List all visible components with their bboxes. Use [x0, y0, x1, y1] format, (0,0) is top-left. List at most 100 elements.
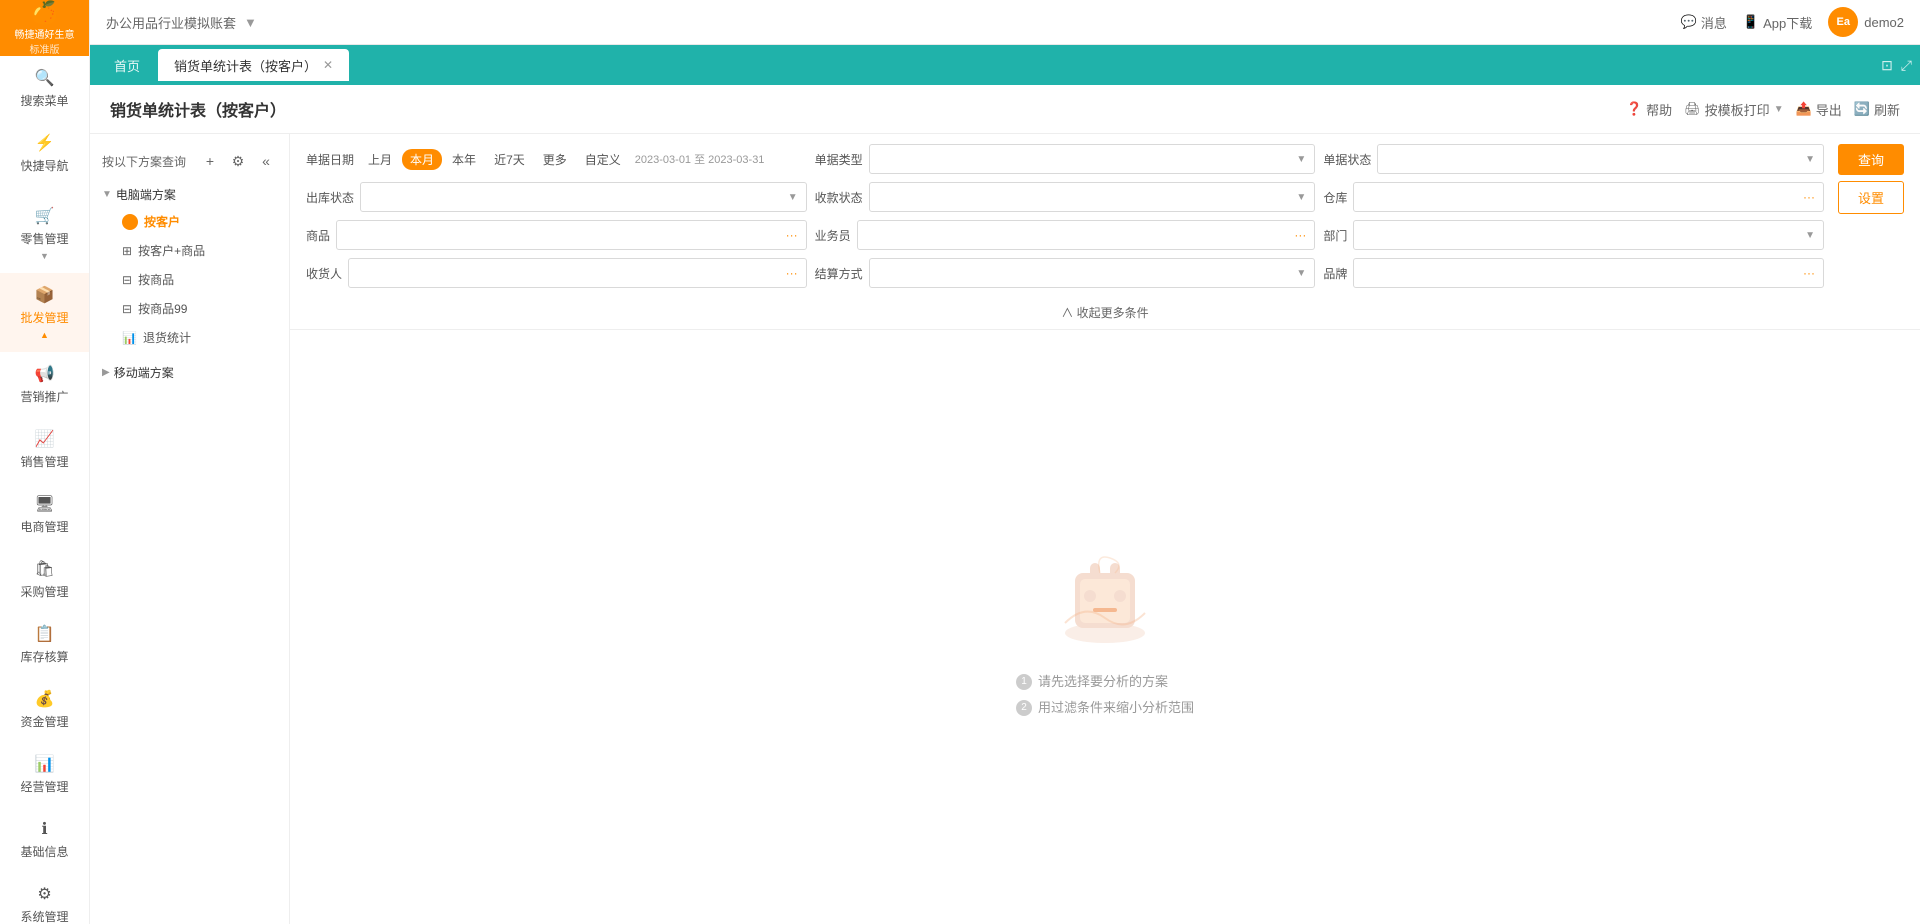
status-label: 单据状态 — [1323, 151, 1371, 168]
receipt-status-select[interactable]: ▼ — [869, 182, 1316, 212]
operations-icon: 📊 — [35, 754, 55, 774]
scheme-group-pc-title[interactable]: ▼ 电脑端方案 — [90, 182, 289, 207]
download-icon: 📱 — [1743, 14, 1759, 30]
date-btn-7days[interactable]: 近7天 — [486, 149, 533, 170]
date-btn-this-year[interactable]: 本年 — [444, 149, 484, 170]
refresh-btn[interactable]: 🔄 刷新 — [1854, 100, 1900, 119]
receipt-status-dropdown-icon: ▼ — [1296, 192, 1306, 203]
filter-out-status-group: 出库状态 ▼ — [306, 182, 807, 212]
scheme-item-return-stats[interactable]: 📊 退货统计 — [90, 323, 289, 352]
scheme-item-goods-99[interactable]: ⊟ 按商品99 — [90, 294, 289, 323]
sidebar-item-finance[interactable]: 💰 资金管理 — [0, 677, 89, 742]
sidebar-item-quick-nav[interactable]: ⚡ 快捷导航 — [0, 121, 89, 186]
sidebar-item-retail[interactable]: 🛒 零售管理 ▼ — [0, 194, 89, 273]
sidebar-item-search[interactable]: 🔍 搜索菜单 — [0, 56, 89, 121]
user-area[interactable]: Ea demo2 — [1828, 7, 1904, 37]
sidebar-item-marketing[interactable]: 📢 营销推广 — [0, 352, 89, 417]
panel-actions: + ⚙ « — [199, 150, 277, 172]
sidebar-item-label: 库存核算 — [20, 648, 68, 665]
query-button[interactable]: 查询 — [1838, 144, 1904, 175]
help-btn[interactable]: ❓ 帮助 — [1626, 100, 1672, 119]
tab-sales-summary[interactable]: 销货单统计表（按客户） ✕ — [158, 49, 349, 81]
sidebar-item-system[interactable]: ⚙ 系统管理 — [0, 872, 89, 924]
sidebar-item-label: 电商管理 — [20, 518, 68, 535]
app-download-label: App下载 — [1763, 13, 1812, 32]
tab-restore-icon[interactable]: ⊡ — [1881, 57, 1893, 74]
tip-item-1: 1 请先选择要分析的方案 — [1016, 669, 1194, 695]
payment-select[interactable]: ▼ — [869, 258, 1316, 288]
help-icon: ❓ — [1626, 101, 1642, 117]
tab-maximize-icon[interactable]: ⤢ — [1901, 57, 1912, 74]
mobile-group-label: 移动端方案 — [114, 364, 174, 381]
out-status-select[interactable]: ▼ — [360, 182, 807, 212]
content-area: 销货单统计表（按客户） ❓ 帮助 🖨 按模板打印 ▼ 📤 导出 🔄 刷新 — [90, 85, 1920, 924]
sidebar-item-inventory[interactable]: 📋 库存核算 — [0, 612, 89, 677]
collapse-panel-btn[interactable]: « — [255, 150, 277, 172]
warehouse-input[interactable]: ··· — [1353, 182, 1824, 212]
date-btn-custom[interactable]: 自定义 — [577, 149, 629, 170]
export-label: 导出 — [1816, 100, 1842, 119]
salesperson-input[interactable]: ··· — [857, 220, 1316, 250]
status-select[interactable]: ▼ — [1377, 144, 1824, 174]
retail-icon: 🛒 — [35, 206, 55, 226]
app-logo[interactable]: 🍊 畅捷通好生意 标准版 — [0, 0, 90, 56]
collapse-label: 收起更多条件 — [1077, 306, 1149, 320]
sales-icon: 📈 — [35, 429, 55, 449]
settings-scheme-btn[interactable]: ⚙ — [227, 150, 249, 172]
tab-close-icon[interactable]: ✕ — [323, 58, 333, 72]
consignee-input[interactable]: ··· — [348, 258, 807, 288]
scheme-item-by-customer[interactable]: 按客户 — [90, 207, 289, 236]
app-download-btn[interactable]: 📱 App下载 — [1743, 13, 1812, 32]
date-label: 单据日期 — [306, 151, 354, 168]
topbar-right: 💬 消息 📱 App下载 Ea demo2 — [1681, 7, 1904, 37]
sidebar-item-ecommerce[interactable]: 🖥 电商管理 — [0, 482, 89, 547]
collapse-bar[interactable]: ∧ 收起更多条件 — [290, 296, 1920, 330]
sidebar: 🍊 畅捷通好生意 标准版 🔍 搜索菜单 ⚡ 快捷导航 🛒 零售管理 ▼ 📦 批发… — [0, 0, 90, 924]
filter-status-group: 单据状态 ▼ — [1323, 144, 1824, 174]
main-area: 办公用品行业模拟账套 ▼ 💬 消息 📱 App下载 Ea demo2 首页 — [90, 0, 1920, 924]
brand-input[interactable]: ··· — [1353, 258, 1824, 288]
sidebar-item-operations[interactable]: 📊 经营管理 — [0, 742, 89, 807]
print-btn[interactable]: 🖨 按模板打印 ▼ — [1684, 100, 1783, 119]
type-select[interactable]: ▼ — [869, 144, 1316, 174]
tip-num-1: 1 — [1016, 674, 1032, 690]
sidebar-item-sales[interactable]: 📈 销售管理 — [0, 417, 89, 482]
tip-text-1: 请先选择要分析的方案 — [1038, 669, 1168, 695]
export-btn[interactable]: 📤 导出 — [1796, 100, 1842, 119]
panel-header: 按以下方案查询 + ⚙ « — [90, 144, 289, 178]
date-btn-this-month[interactable]: 本月 — [402, 149, 442, 170]
sidebar-item-basics[interactable]: ℹ 基础信息 — [0, 807, 89, 872]
scheme-item-customer-goods[interactable]: ⊞ 按客户+商品 — [90, 236, 289, 265]
add-scheme-btn[interactable]: + — [199, 150, 221, 172]
messages-btn[interactable]: 💬 消息 — [1681, 13, 1727, 32]
scheme-group-mobile-title[interactable]: ▶ 移动端方案 — [90, 360, 289, 385]
date-btn-last-month[interactable]: 上月 — [360, 149, 400, 170]
scheme-group-mobile: ▶ 移动端方案 — [90, 356, 289, 389]
date-btn-more[interactable]: 更多 — [535, 149, 575, 170]
right-content: 单据日期 上月 本月 本年 近7天 更多 自定义 2023-03-01 至 20… — [290, 134, 1920, 924]
purchase-icon: 🛍 — [34, 559, 54, 579]
department-select[interactable]: ▼ — [1353, 220, 1824, 250]
message-icon: 💬 — [1681, 14, 1697, 30]
tab-home[interactable]: 首页 — [98, 49, 156, 81]
scheme-by-customer-label: 按客户 — [144, 213, 180, 230]
tab-bar: 首页 销货单统计表（按客户） ✕ ⊡ ⤢ — [90, 45, 1920, 85]
sidebar-item-purchase[interactable]: 🛍 采购管理 — [0, 547, 89, 612]
finance-icon: 💰 — [35, 689, 55, 709]
brand-label: 品牌 — [1323, 265, 1347, 282]
date-buttons: 上月 本月 本年 近7天 更多 自定义 2023-03-01 至 2023-03… — [360, 149, 807, 170]
sidebar-item-wholesale[interactable]: 📦 批发管理 ▲ — [0, 273, 89, 352]
filter-payment-group: 结算方式 ▼ — [815, 258, 1316, 288]
payment-dropdown-icon: ▼ — [1296, 268, 1306, 279]
topbar: 办公用品行业模拟账套 ▼ 💬 消息 📱 App下载 Ea demo2 — [90, 0, 1920, 45]
inner-layout: 按以下方案查询 + ⚙ « ▼ 电脑端方案 按客户 — [90, 134, 1920, 924]
scheme-item-by-goods[interactable]: ⊟ 按商品 — [90, 265, 289, 294]
salesperson-label: 业务员 — [815, 227, 851, 244]
filter-date-group: 单据日期 上月 本月 本年 近7天 更多 自定义 2023-03-01 至 20… — [306, 144, 807, 174]
industry-dropdown-icon[interactable]: ▼ — [244, 15, 257, 30]
goods-input[interactable]: ··· — [336, 220, 807, 250]
pc-group-label: 电脑端方案 — [116, 186, 176, 203]
tip-num-2: 2 — [1016, 700, 1032, 716]
settings-button[interactable]: 设置 — [1838, 181, 1904, 214]
mobile-group-arrow-icon: ▶ — [102, 367, 110, 378]
